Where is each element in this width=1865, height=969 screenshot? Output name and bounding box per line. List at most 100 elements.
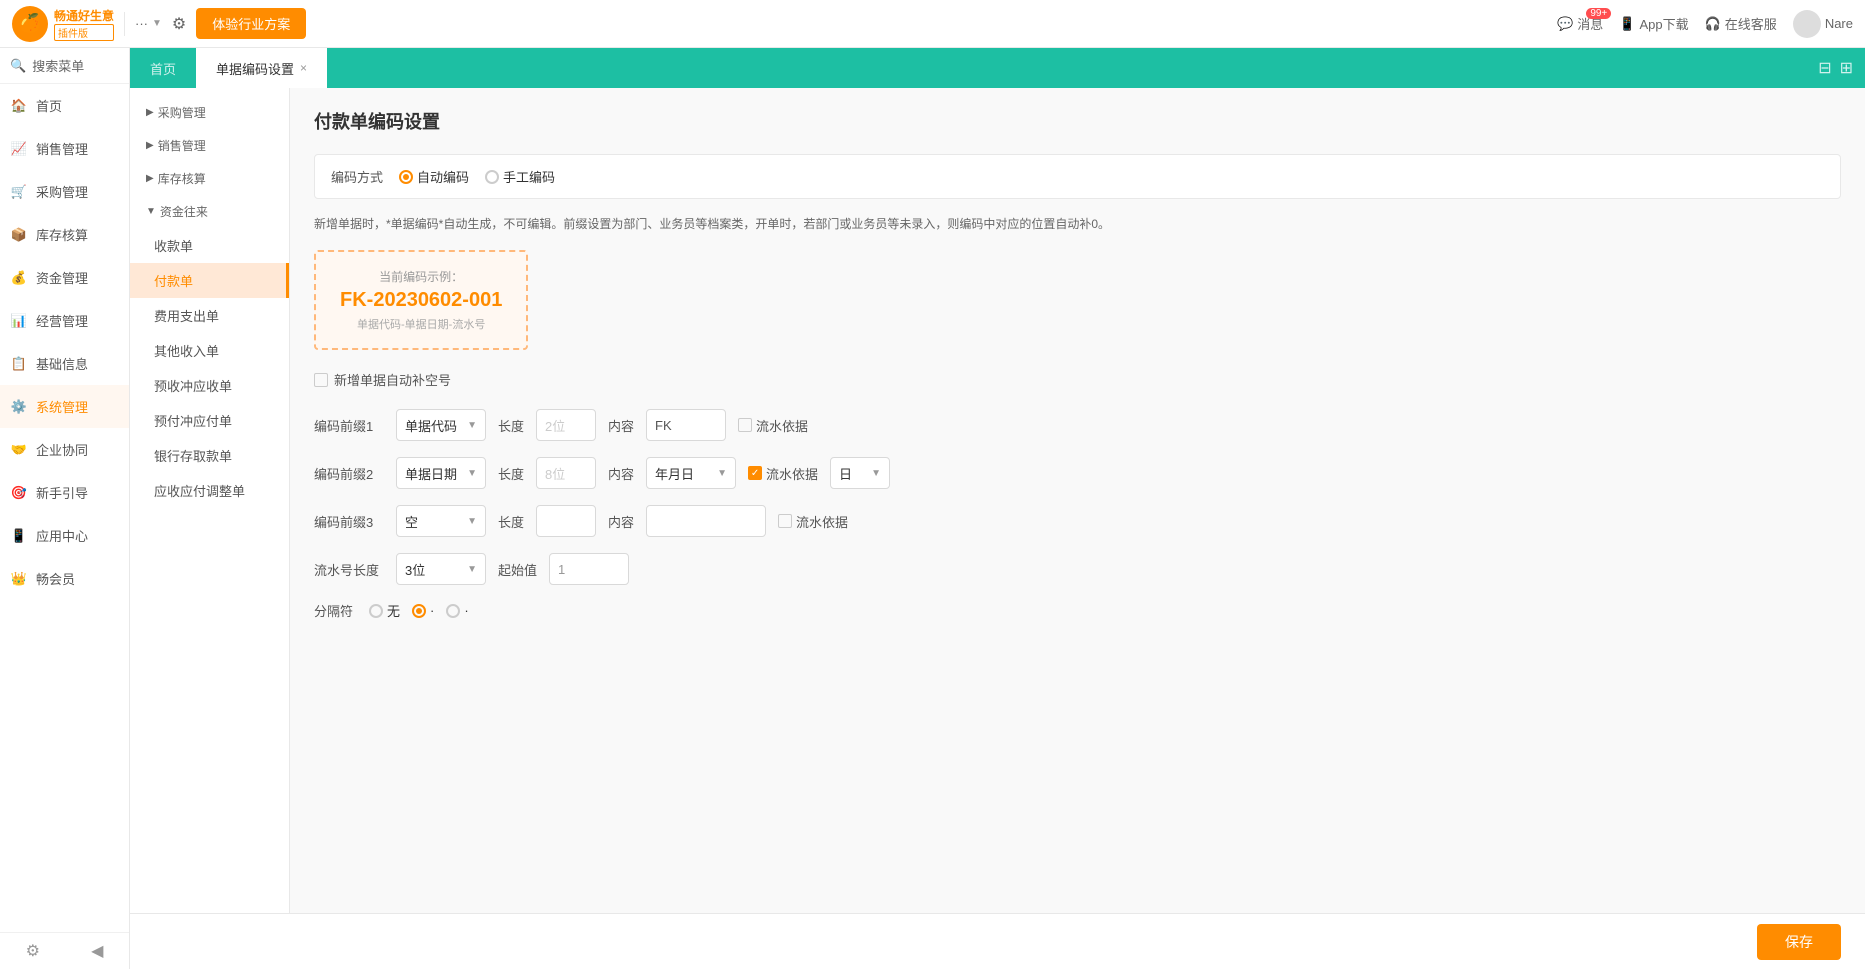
submenu-item-payment[interactable]: 付款单 — [130, 263, 289, 298]
prefix3-length-input[interactable] — [536, 505, 596, 537]
user-avatar[interactable]: Nare — [1793, 10, 1853, 38]
autofill-label: 新增单据自动补空号 — [334, 370, 451, 389]
submenu-item-receipt[interactable]: 收款单 — [130, 228, 289, 263]
sidebar-item-finance[interactable]: 💰 资金管理 — [0, 256, 129, 299]
topbar-nav[interactable]: ··· ▼ — [135, 16, 162, 31]
flow-length-label: 流水号长度 — [314, 560, 384, 579]
submenu-group-inventory-title[interactable]: ▶ 库存核算 — [130, 162, 289, 195]
bottom-collapse-icon[interactable]: ◀ — [91, 941, 103, 961]
nav-caret-icon: ▼ — [152, 18, 162, 29]
logo-text: 畅通好生意 插件版 — [54, 7, 114, 41]
encode-radio-group: 自动编码 手工编码 — [399, 167, 555, 186]
sidebar-item-inventory[interactable]: 📦 库存核算 — [0, 213, 129, 256]
sidebar-item-sales[interactable]: 📈 销售管理 — [0, 127, 129, 170]
arrow-right-icon: ▶ — [146, 140, 154, 151]
prefix2-stream-check[interactable]: ✓ 流水依据 — [748, 464, 818, 483]
sidebar-item-guide[interactable]: 🎯 新手引导 — [0, 471, 129, 514]
sidebar-item-label: 资金管理 — [36, 268, 88, 287]
auto-encode-radio[interactable]: 自动编码 — [399, 167, 469, 186]
code-preview-label: 当前编码示例： — [340, 268, 502, 285]
sidebar-item-basic[interactable]: 📋 基础信息 — [0, 342, 129, 385]
sidebar-item-operation[interactable]: 📊 经营管理 — [0, 299, 129, 342]
prefix1-select[interactable]: 单据代码 ▼ — [396, 409, 486, 441]
search-icon: 🔍 — [10, 58, 26, 74]
start-value-input[interactable]: 1 — [549, 553, 629, 585]
message-item[interactable]: 💬 消息 99+ — [1557, 14, 1603, 33]
online-service-item[interactable]: 🎧 在线客服 — [1705, 14, 1777, 33]
submenu-item-receivable-adjust[interactable]: 应收应付调整单 — [130, 473, 289, 508]
prefix2-stream-checkbox[interactable]: ✓ — [748, 466, 762, 480]
sidebar-item-label: 销售管理 — [36, 139, 88, 158]
sidebar-search[interactable]: 🔍 搜索菜单 — [0, 48, 129, 84]
prefix1-stream-checkbox[interactable] — [738, 418, 752, 432]
topbar-right: 💬 消息 99+ 📱 App下载 🎧 在线客服 Nare — [1557, 10, 1853, 38]
prefix2-content-select[interactable]: 年月日 ▼ — [646, 457, 736, 489]
save-button[interactable]: 保存 — [1757, 924, 1841, 960]
flow-length-row: 流水号长度 3位 ▼ 起始值 1 — [314, 553, 1841, 585]
prefix2-select[interactable]: 单据日期 ▼ — [396, 457, 486, 489]
sidebar-item-label: 采购管理 — [36, 182, 88, 201]
autofill-checkbox[interactable] — [314, 373, 328, 387]
separator-dash-icon: · — [464, 603, 468, 618]
sidebar-item-apps[interactable]: 📱 应用中心 — [0, 514, 129, 557]
prefix1-length-label: 长度 — [498, 416, 524, 435]
separator-dash[interactable]: · — [446, 603, 468, 618]
sidebar-item-label: 系统管理 — [36, 397, 88, 416]
code-preview-value: FK-20230602-001 — [340, 289, 502, 312]
logo: 🍊 畅通好生意 插件版 — [12, 6, 114, 42]
autofill-row: 新增单据自动补空号 — [314, 370, 1841, 389]
submenu-item-advance-pay[interactable]: 预付冲应付单 — [130, 403, 289, 438]
basic-icon: 📋 — [10, 355, 28, 373]
submenu-item-expense[interactable]: 费用支出单 — [130, 298, 289, 333]
nav-label: ··· — [135, 16, 148, 31]
chevron-down-icon: ▼ — [467, 468, 477, 479]
prefix1-stream-check[interactable]: 流水依据 — [738, 416, 808, 435]
bottom-settings-icon[interactable]: ⚙ — [26, 941, 40, 961]
tab-actions: ⊟ ⊞ — [1806, 58, 1865, 78]
tab-maximize-icon[interactable]: ⊞ — [1840, 58, 1853, 78]
separator-none[interactable]: 无 — [369, 601, 400, 620]
sidebar-item-label: 企业协同 — [36, 440, 88, 459]
prefix3-stream-checkbox[interactable] — [778, 514, 792, 528]
separator-none-dot — [369, 604, 383, 618]
submenu-group-purchase-title[interactable]: ▶ 采购管理 — [130, 96, 289, 129]
sidebar-item-label: 新手引导 — [36, 483, 88, 502]
sidebar-item-system[interactable]: ⚙️ 系统管理 — [0, 385, 129, 428]
prefix3-select[interactable]: 空 ▼ — [396, 505, 486, 537]
prefix2-length-input[interactable]: 8位 — [536, 457, 596, 489]
submenu-group-sales-title[interactable]: ▶ 销售管理 — [130, 129, 289, 162]
sidebar-item-purchase[interactable]: 🛒 采购管理 — [0, 170, 129, 213]
sidebar-item-member[interactable]: 👑 畅会员 — [0, 557, 129, 600]
settings-icon[interactable]: ⚙ — [172, 14, 186, 34]
submenu-group-capital-title[interactable]: ▼ 资金往来 — [130, 195, 289, 228]
separator-dot-radio — [412, 604, 426, 618]
submenu-item-other-income[interactable]: 其他收入单 — [130, 333, 289, 368]
sidebar-item-partner[interactable]: 🤝 企业协同 — [0, 428, 129, 471]
tab-close-icon[interactable]: × — [300, 61, 307, 75]
separator-dot[interactable]: · — [412, 603, 434, 618]
prefix1-length-input[interactable]: 2位 — [536, 409, 596, 441]
prefix3-stream-check[interactable]: 流水依据 — [778, 512, 848, 531]
arrow-down-icon: ▼ — [146, 206, 156, 217]
prefix2-day-select[interactable]: 日 ▼ — [830, 457, 890, 489]
submenu-item-advance-collect[interactable]: 预收冲应收单 — [130, 368, 289, 403]
app-download-item[interactable]: 📱 App下载 — [1619, 14, 1688, 33]
topbar: 🍊 畅通好生意 插件版 ··· ▼ ⚙ 体验行业方案 💬 消息 99+ 📱 Ap… — [0, 0, 1865, 48]
sidebar-item-home[interactable]: 🏠 首页 — [0, 84, 129, 127]
tab-encode-settings[interactable]: 单据编码设置 × — [196, 48, 327, 88]
page-title: 付款单编码设置 — [314, 108, 1841, 134]
manual-encode-radio[interactable]: 手工编码 — [485, 167, 555, 186]
flow-length-select[interactable]: 3位 ▼ — [396, 553, 486, 585]
code-preview: 当前编码示例： FK-20230602-001 单据代码-单据日期-流水号 — [314, 250, 528, 350]
separator-label: 分隔符 — [314, 601, 353, 620]
sidebar-item-label: 基础信息 — [36, 354, 88, 373]
tab-home[interactable]: 首页 — [130, 48, 196, 88]
apps-icon: 📱 — [10, 527, 28, 545]
trial-button[interactable]: 体验行业方案 — [196, 8, 306, 39]
submenu-item-bank-deposit[interactable]: 银行存取款单 — [130, 438, 289, 473]
sidebar-item-label: 应用中心 — [36, 526, 88, 545]
tab-minimize-icon[interactable]: ⊟ — [1818, 58, 1831, 78]
submenu-group-inventory: ▶ 库存核算 — [130, 162, 289, 195]
app-icon: 📱 — [1619, 16, 1635, 32]
member-icon: 👑 — [10, 570, 28, 588]
